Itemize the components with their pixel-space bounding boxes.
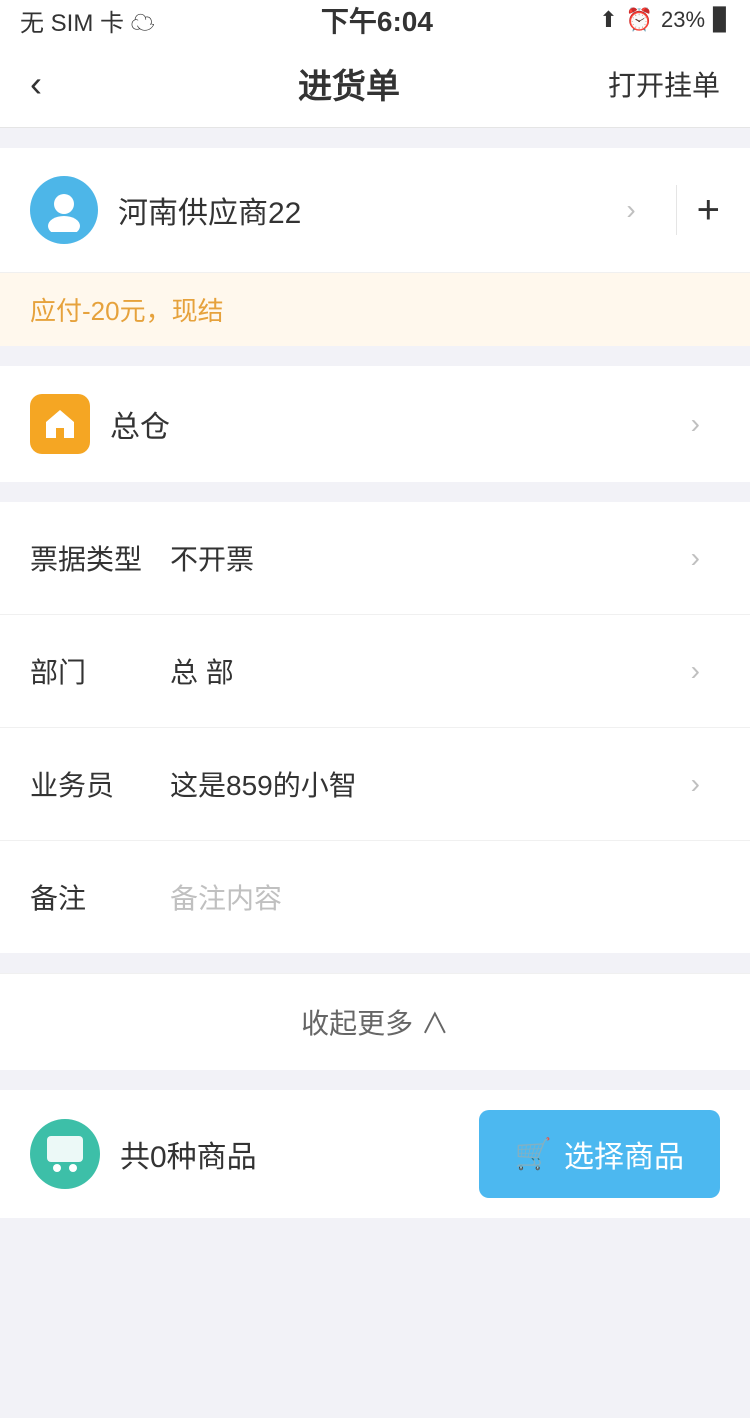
- battery-icon: ▊: [713, 7, 730, 33]
- warehouse-row[interactable]: 总仓 ›: [0, 366, 750, 482]
- supplier-row[interactable]: 河南供应商22 › +: [0, 148, 750, 273]
- page-title: 进货单: [298, 59, 400, 108]
- status-bar: 无 SIM 卡 ☁ 下午6:04 ⬆ ⏰ 23% ▊: [0, 0, 750, 40]
- status-left: 无 SIM 卡 ☁: [20, 3, 155, 38]
- sales-label: 业务员: [30, 764, 170, 804]
- status-time: 下午6:04: [321, 0, 433, 40]
- invoice-row[interactable]: 票据类型 不开票 ›: [0, 502, 750, 615]
- invoice-label: 票据类型: [30, 538, 170, 578]
- battery-text: 23%: [661, 7, 705, 33]
- select-goods-button[interactable]: 🛒 选择商品: [479, 1110, 720, 1198]
- cart-icon: [43, 1134, 87, 1174]
- dept-value: 总 部: [170, 651, 691, 691]
- select-goods-label: 选择商品: [564, 1132, 684, 1176]
- open-pending-button[interactable]: 打开挂单: [608, 64, 720, 104]
- select-goods-icon: 🛒: [515, 1137, 552, 1172]
- dept-chevron-icon: ›: [691, 655, 700, 687]
- goods-icon-wrap: [30, 1119, 100, 1189]
- warehouse-chevron-icon: ›: [691, 408, 700, 440]
- divider: [676, 185, 677, 235]
- remark-input[interactable]: 备注内容: [170, 877, 720, 917]
- nav-bar: ‹ 进货单 打开挂单: [0, 40, 750, 128]
- invoice-value: 不开票: [170, 538, 691, 578]
- user-icon: [42, 188, 86, 232]
- alarm-icon: ⏰: [626, 7, 653, 33]
- sales-value: 这是859的小智: [170, 764, 691, 804]
- location-icon: ⬆: [599, 7, 617, 33]
- bottom-bar: 共0种商品 🛒 选择商品: [0, 1090, 750, 1218]
- warehouse-section: 总仓 ›: [0, 366, 750, 482]
- remark-label: 备注: [30, 877, 170, 917]
- dept-label: 部门: [30, 651, 170, 691]
- invoice-chevron-icon: ›: [691, 542, 700, 574]
- supplier-avatar: [30, 176, 98, 244]
- supplier-chevron-icon: ›: [626, 194, 635, 226]
- notice-bar: 应付-20元，现结: [0, 273, 750, 346]
- back-button[interactable]: ‹: [30, 63, 90, 105]
- remark-row[interactable]: 备注 备注内容: [0, 841, 750, 953]
- supplier-section: 河南供应商22 › + 应付-20元，现结: [0, 148, 750, 346]
- status-right: ⬆ ⏰ 23% ▊: [599, 7, 730, 33]
- sales-row[interactable]: 业务员 这是859的小智 ›: [0, 728, 750, 841]
- sales-chevron-icon: ›: [691, 768, 700, 800]
- sim-text: 无 SIM 卡 ☁: [20, 3, 155, 38]
- form-section: 票据类型 不开票 › 部门 总 部 › 业务员 这是859的小智 › 备注 备注…: [0, 502, 750, 953]
- gray-fill-area: [0, 1218, 750, 1418]
- supplier-name: 河南供应商22: [118, 188, 626, 232]
- collapse-bar[interactable]: 收起更多 ∧: [0, 973, 750, 1070]
- warehouse-name: 总仓: [110, 402, 691, 446]
- goods-count: 共0种商品: [120, 1132, 459, 1176]
- dept-row[interactable]: 部门 总 部 ›: [0, 615, 750, 728]
- add-supplier-button[interactable]: +: [697, 190, 720, 230]
- warehouse-icon: [30, 394, 90, 454]
- house-icon: [42, 406, 78, 442]
